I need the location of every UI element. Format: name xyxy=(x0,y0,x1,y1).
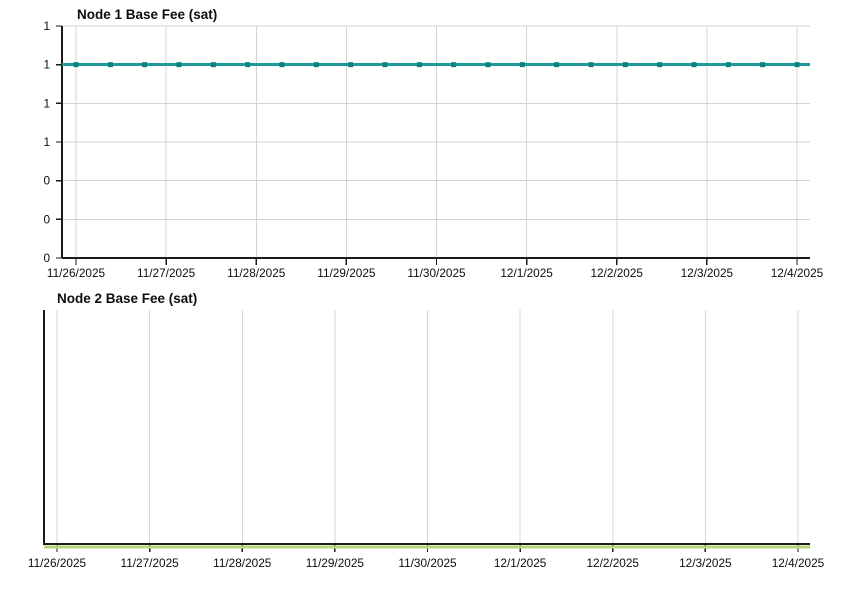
x-tick-label: 12/4/2025 xyxy=(772,556,825,570)
x-tick-label: 11/26/2025 xyxy=(28,556,87,570)
chart2-plot-area: 11/26/2025 11/27/2025 11/28/2025 11/29/2025… xyxy=(28,310,825,570)
x-tick-label: 11/27/2025 xyxy=(121,556,180,570)
x-tick-label: 11/30/2025 xyxy=(398,556,457,570)
charts-panel: Node 1 Base Fee (sat) Node 2 Base Fee (s… xyxy=(0,0,860,600)
x-tick-label: 12/3/2025 xyxy=(679,556,732,570)
x-tick-label: 12/2/2025 xyxy=(587,556,640,570)
x-tick-label: 12/1/2025 xyxy=(494,556,547,570)
x-tick-label: 11/29/2025 xyxy=(306,556,365,570)
x-tick-label: 11/28/2025 xyxy=(213,556,272,570)
